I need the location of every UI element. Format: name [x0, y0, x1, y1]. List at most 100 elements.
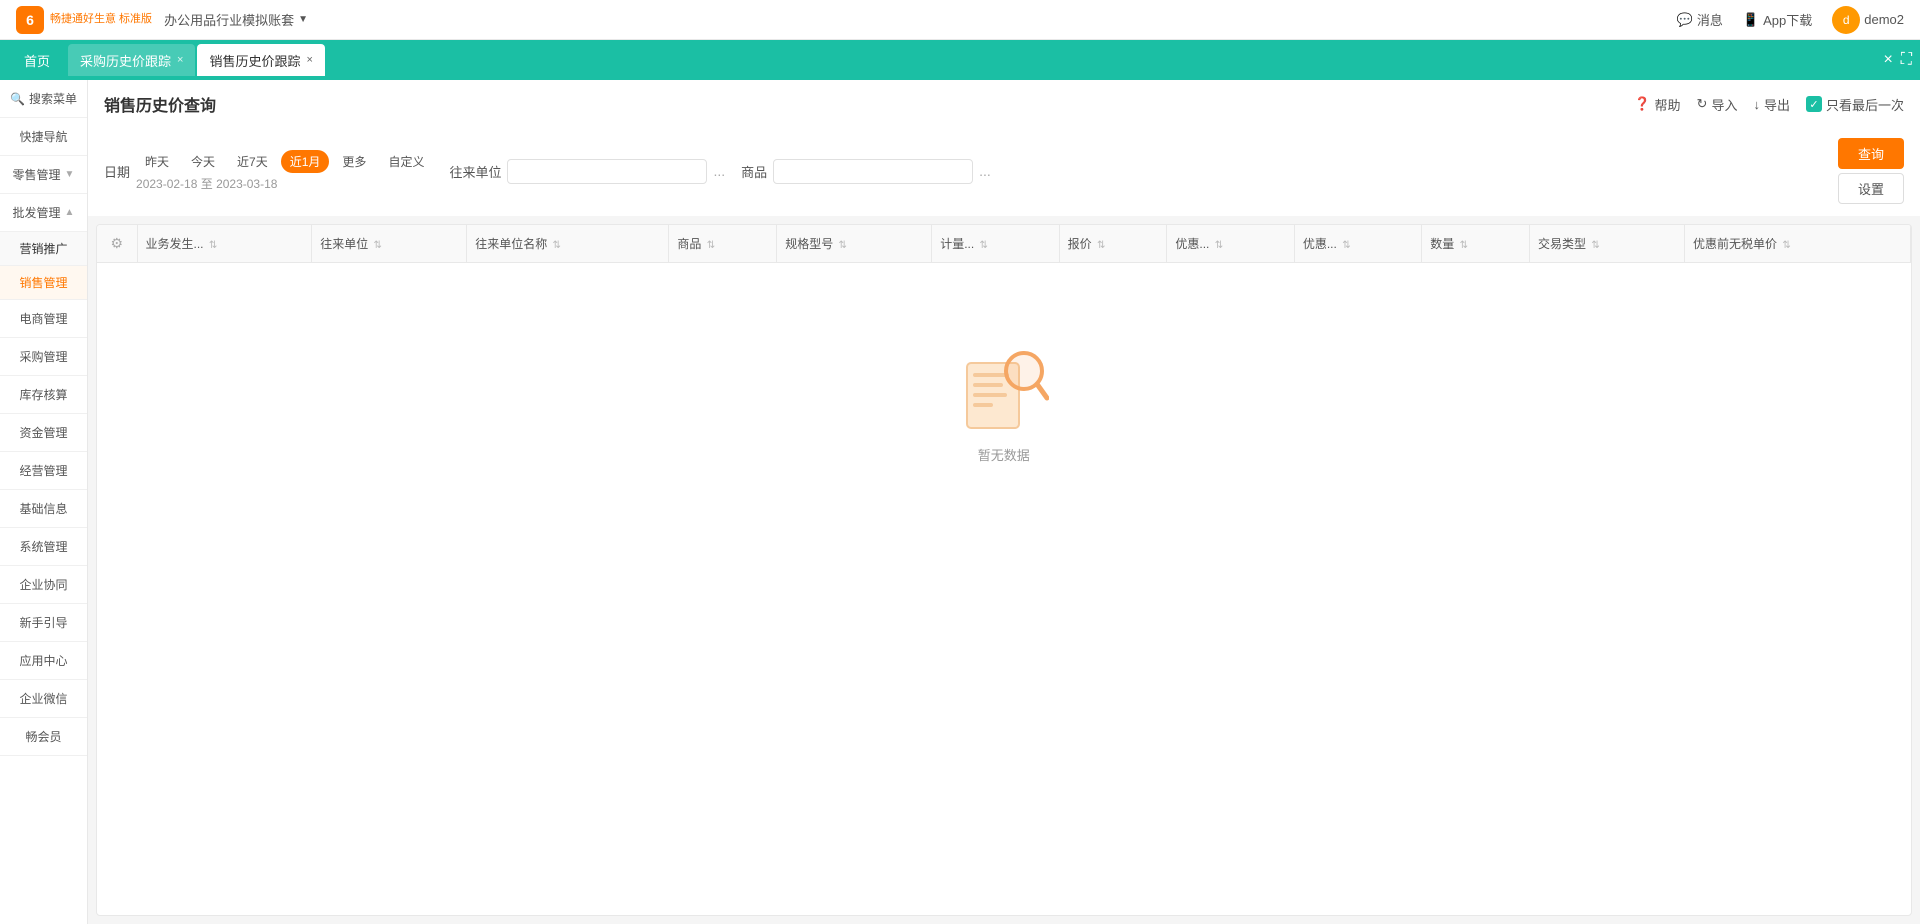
download-label: App下载	[1763, 10, 1812, 29]
sort-icon[interactable]: ⇅	[707, 240, 715, 251]
table-header-row: ⚙ 业务发生... ⇅ 往来单位 ⇅ 往来单位名称 ⇅	[97, 225, 1911, 263]
sidebar-item-app-center[interactable]: 应用中心	[0, 642, 87, 680]
export-button[interactable]: ↓ 导出	[1753, 95, 1790, 114]
sidebar-system-label: 系统管理	[19, 538, 67, 555]
sort-icon[interactable]: ⇅	[374, 240, 382, 251]
message-action[interactable]: 💬 消息	[1677, 10, 1723, 29]
sidebar-wholesale-label: 批发管理	[13, 204, 61, 221]
date-btn-7days[interactable]: 近7天	[228, 150, 277, 173]
date-btn-yesterday[interactable]: 昨天	[136, 150, 178, 173]
setting-button[interactable]: 设置	[1838, 173, 1904, 204]
sort-icon[interactable]: ⇅	[1460, 240, 1468, 251]
checkbox-icon: ✓	[1806, 96, 1822, 112]
sidebar-item-enterprise[interactable]: 企业协同	[0, 566, 87, 604]
col-partner-name: 往来单位名称 ⇅	[467, 225, 669, 263]
sidebar-item-capital[interactable]: 资金管理	[0, 414, 87, 452]
filter-bar: 日期 昨天 今天 近7天 近1月 更多 自定义 2023-02-18 至 202…	[88, 128, 1920, 216]
tab-purchase-close-icon[interactable]: ×	[177, 55, 183, 66]
col-pretax-price-label: 优惠前无税单价	[1693, 237, 1777, 251]
date-btn-today[interactable]: 今天	[182, 150, 224, 173]
tab-home[interactable]: 首页	[8, 44, 66, 76]
sidebar-item-basic[interactable]: 基础信息	[0, 490, 87, 528]
sidebar-item-ecommerce[interactable]: 电商管理	[0, 300, 87, 338]
partner-input[interactable]	[507, 159, 707, 184]
search-icon: 🔍	[10, 92, 25, 106]
date-btn-1month[interactable]: 近1月	[281, 150, 330, 173]
sidebar-item-guide[interactable]: 新手引导	[0, 604, 87, 642]
goods-ellipsis-btn[interactable]: ...	[979, 163, 991, 179]
sort-icon[interactable]: ⇅	[1097, 240, 1105, 251]
sort-icon[interactable]: ⇅	[1591, 240, 1599, 251]
column-settings-button[interactable]: ⚙	[110, 235, 123, 252]
col-partner-code: 往来单位 ⇅	[312, 225, 467, 263]
col-biz-date-label: 业务发生...	[146, 237, 204, 251]
col-settings: ⚙	[97, 225, 137, 263]
tab-close-button[interactable]: ×	[1883, 51, 1892, 69]
sidebar-operations-label: 经营管理	[19, 462, 67, 479]
date-btn-custom[interactable]: 自定义	[379, 150, 433, 173]
tab-bar-actions: × ⛶	[1883, 51, 1912, 69]
sort-icon[interactable]: ⇅	[1782, 240, 1790, 251]
logo-text: 畅捷通好生意 标准版	[50, 12, 152, 26]
help-button[interactable]: ❓ 帮助	[1634, 95, 1680, 114]
sidebar-item-member[interactable]: 畅会员	[0, 718, 87, 756]
empty-illustration	[959, 343, 1049, 433]
col-partner-name-label: 往来单位名称	[475, 237, 547, 251]
sidebar-ecommerce-label: 电商管理	[19, 310, 67, 327]
chevron-up-icon: ▲	[65, 207, 75, 218]
sort-icon[interactable]: ⇅	[209, 240, 217, 251]
sidebar-item-purchase[interactable]: 采购管理	[0, 338, 87, 376]
app-selector[interactable]: 办公用品行业模拟账套 ▼	[164, 10, 308, 29]
sidebar-item-search[interactable]: 🔍 搜索菜单	[0, 80, 87, 118]
app-selector-label: 办公用品行业模拟账套	[164, 10, 294, 29]
sidebar-item-retail[interactable]: 零售管理 ▼	[0, 156, 87, 194]
sidebar-basic-label: 基础信息	[19, 500, 67, 517]
download-action[interactable]: 📱 App下载	[1743, 10, 1812, 29]
header-left: 6 畅捷通好生意 标准版 办公用品行业模拟账套 ▼	[16, 6, 308, 34]
sidebar-item-wechat[interactable]: 企业微信	[0, 680, 87, 718]
page-title: 销售历史价查询	[104, 92, 216, 116]
sidebar-item-system[interactable]: 系统管理	[0, 528, 87, 566]
sidebar-item-inventory[interactable]: 库存核算	[0, 376, 87, 414]
help-icon: ❓	[1634, 96, 1650, 112]
sidebar-member-label: 畅会员	[25, 728, 61, 745]
only-last-checkbox[interactable]: ✓ 只看最后一次	[1806, 95, 1904, 114]
sidebar-item-operations[interactable]: 经营管理	[0, 452, 87, 490]
col-partner-code-label: 往来单位	[320, 237, 368, 251]
date-btn-more[interactable]: 更多	[333, 150, 375, 173]
sidebar-search-label: 搜索菜单	[29, 90, 77, 107]
logo-icon: 6	[16, 6, 44, 34]
partner-ellipsis-btn[interactable]: ...	[713, 163, 725, 179]
sidebar-sub-sales[interactable]: 销售管理	[0, 266, 87, 300]
tab-sales-close-icon[interactable]: ×	[306, 55, 312, 66]
sort-icon[interactable]: ⇅	[553, 240, 561, 251]
data-table: ⚙ 业务发生... ⇅ 往来单位 ⇅ 往来单位名称 ⇅	[97, 225, 1911, 544]
sort-icon[interactable]: ⇅	[1342, 240, 1350, 251]
col-price: 报价 ⇅	[1059, 225, 1167, 263]
tab-purchase-history[interactable]: 采购历史价跟踪 ×	[68, 44, 195, 76]
tab-maximize-button[interactable]: ⛶	[1901, 51, 1912, 69]
sidebar-item-wholesale[interactable]: 批发管理 ▲	[0, 194, 87, 232]
export-label: 导出	[1764, 95, 1790, 114]
empty-row: 暂无数据	[97, 263, 1911, 545]
sidebar-wholesale-group: 营销推广 销售管理	[0, 232, 87, 300]
only-last-label: 只看最后一次	[1826, 95, 1904, 114]
help-label: 帮助	[1655, 95, 1681, 114]
top-header: 6 畅捷通好生意 标准版 办公用品行业模拟账套 ▼ 💬 消息 📱 App下载 d…	[0, 0, 1920, 40]
tab-purchase-history-label: 采购历史价跟踪	[80, 51, 171, 70]
import-button[interactable]: ↻ 导入	[1697, 95, 1738, 114]
query-button[interactable]: 查询	[1838, 138, 1904, 169]
sort-icon[interactable]: ⇅	[980, 240, 988, 251]
col-trade-type: 交易类型 ⇅	[1530, 225, 1685, 263]
tab-sales-history[interactable]: 销售历史价跟踪 ×	[197, 44, 324, 76]
date-filter-group: 日期 昨天 今天 近7天 近1月 更多 自定义 2023-02-18 至 202…	[104, 150, 433, 192]
sidebar-quick-nav-label: 快捷导航	[19, 128, 67, 145]
sort-icon[interactable]: ⇅	[839, 240, 847, 251]
user-action[interactable]: d demo2	[1832, 6, 1904, 34]
goods-input[interactable]	[773, 159, 973, 184]
sidebar-sub-marketing[interactable]: 营销推广	[0, 232, 87, 266]
sidebar-item-quick-nav[interactable]: 快捷导航	[0, 118, 87, 156]
col-quantity: 数量 ⇅	[1422, 225, 1530, 263]
page-actions: ❓ 帮助 ↻ 导入 ↓ 导出 ✓ 只看最后一次	[1634, 95, 1904, 114]
sort-icon[interactable]: ⇅	[1215, 240, 1223, 251]
